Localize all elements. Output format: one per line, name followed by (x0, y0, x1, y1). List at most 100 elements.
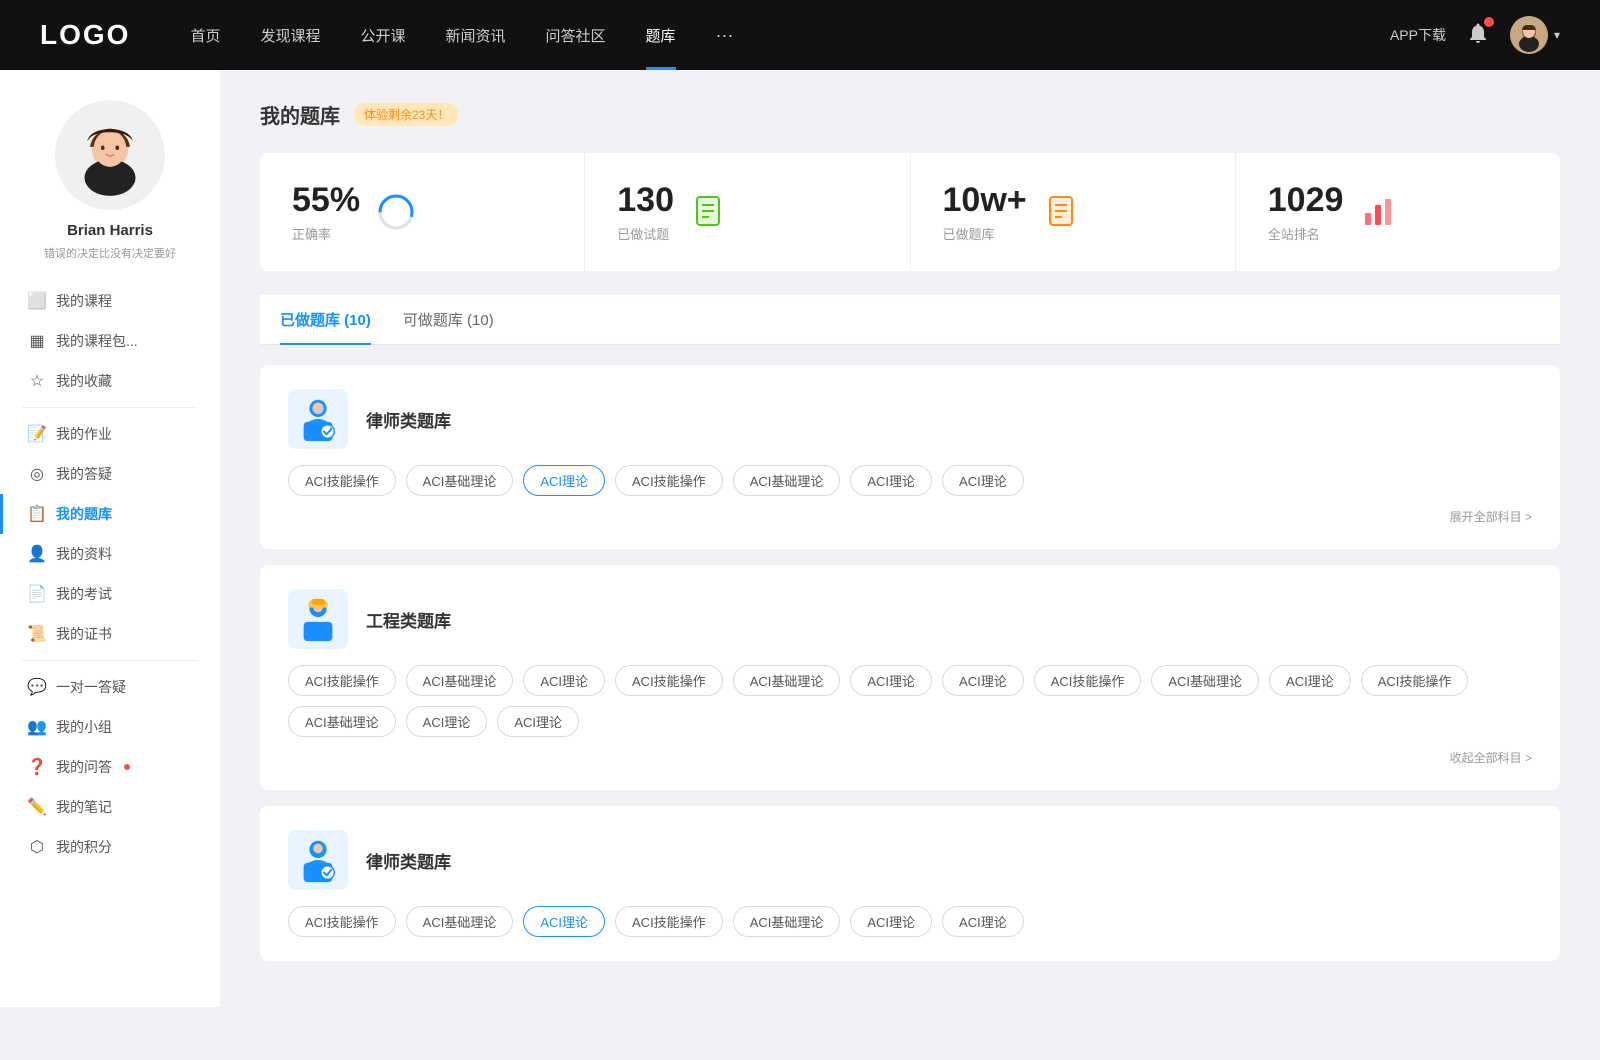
app-download-button[interactable]: APP下载 (1390, 25, 1446, 45)
quiz-category-title-1: 律师类题库 (366, 407, 451, 432)
expand-link-2[interactable]: 收起全部科目 > (1450, 749, 1532, 766)
nav-links: 首页 发现课程 公开课 新闻资讯 问答社区 题库 ··· (190, 25, 1390, 46)
sidebar-item-my-courses[interactable]: ⬜ 我的课程 (0, 281, 220, 321)
sidebar-item-favorites[interactable]: ☆ 我的收藏 (0, 361, 220, 401)
sidebar-item-questions[interactable]: ❓ 我的问答 (0, 747, 220, 787)
quiz-tag[interactable]: ACI技能操作 (615, 465, 723, 496)
quiz-tag[interactable]: ACI理论 (523, 665, 605, 696)
quiz-tag[interactable]: ACI技能操作 (1361, 665, 1469, 696)
nav-qa[interactable]: 问答社区 (546, 25, 606, 46)
quiz-tags-1: ACI技能操作 ACI基础理论 ACI理论 ACI技能操作 ACI基础理论 AC… (288, 465, 1532, 496)
quiz-tag[interactable]: ACI基础理论 (733, 465, 841, 496)
quiz-category-title-3: 律师类题库 (366, 848, 451, 873)
packages-icon: ▦ (28, 332, 46, 350)
profile-name: Brian Harris (67, 222, 153, 239)
quiz-tag-active[interactable]: ACI理论 (523, 465, 605, 496)
avatar-image (1510, 16, 1548, 54)
quiz-tag[interactable]: ACI理论 (850, 465, 932, 496)
questions-badge (124, 764, 130, 770)
tab-done-banks[interactable]: 已做题库 (10) (280, 295, 371, 344)
quiz-tag[interactable]: ACI基础理论 (406, 665, 514, 696)
nav-more[interactable]: ··· (716, 25, 734, 46)
logo[interactable]: LOGO (40, 19, 130, 51)
sidebar-item-quiz-bank[interactable]: 📋 我的题库 (0, 494, 220, 534)
page-header: 我的题库 体验剩余23天！ (260, 100, 1560, 129)
quiz-tag[interactable]: ACI基础理论 (288, 706, 396, 737)
lawyer-icon (294, 395, 342, 443)
sidebar-item-one-on-one[interactable]: 💬 一对一答疑 (0, 667, 220, 707)
notes-icon: ✏️ (28, 798, 46, 816)
avatar (1510, 16, 1548, 54)
quiz-tag[interactable]: ACI理论 (942, 665, 1024, 696)
quiz-tag[interactable]: ACI技能操作 (615, 906, 723, 937)
quiz-category-icon-2 (288, 589, 348, 649)
doc-yellow-icon (1046, 195, 1080, 229)
nav-quiz[interactable]: 题库 (646, 25, 676, 46)
nav-discover[interactable]: 发现课程 (260, 25, 320, 46)
quiz-tag-active[interactable]: ACI理论 (523, 906, 605, 937)
points-icon: ⬡ (28, 838, 46, 856)
quiz-tag[interactable]: ACI技能操作 (615, 665, 723, 696)
page-title: 我的题库 (260, 100, 340, 129)
sidebar-divider-1 (22, 407, 198, 408)
stat-accuracy-label: 正确率 (292, 224, 360, 243)
nav-news[interactable]: 新闻资讯 (446, 25, 506, 46)
stat-accuracy-icon (376, 192, 416, 232)
page-layout: Brian Harris 错误的决定比没有决定要好 ⬜ 我的课程 ▦ 我的课程包… (0, 70, 1600, 1007)
sidebar-item-certificate[interactable]: 📜 我的证书 (0, 614, 220, 654)
homework-icon: 📝 (28, 425, 46, 443)
stat-ranking-icon (1359, 192, 1399, 232)
stat-accuracy: 55% 正确率 (260, 153, 585, 271)
quiz-bank-card-2: 工程类题库 ACI技能操作 ACI基础理论 ACI理论 ACI技能操作 ACI基… (260, 565, 1560, 790)
stat-ranking-label: 全站排名 (1268, 224, 1344, 243)
tab-available-banks[interactable]: 可做题库 (10) (403, 295, 494, 344)
quiz-tag[interactable]: ACI技能操作 (288, 465, 396, 496)
quiz-tag[interactable]: ACI基础理论 (733, 665, 841, 696)
quiz-tag[interactable]: ACI理论 (1269, 665, 1351, 696)
quiz-tag[interactable]: ACI基础理论 (1151, 665, 1259, 696)
sidebar-avatar (55, 100, 165, 210)
lawyer-icon-3 (294, 836, 342, 884)
sidebar-item-points[interactable]: ⬡ 我的积分 (0, 827, 220, 867)
quiz-icon: 📋 (28, 505, 46, 523)
quiz-tabs: 已做题库 (10) 可做题库 (10) (260, 295, 1560, 345)
quiz-category-title-2: 工程类题库 (366, 607, 451, 632)
nav-home[interactable]: 首页 (190, 25, 220, 46)
quiz-tag[interactable]: ACI技能操作 (1034, 665, 1142, 696)
expand-link-1[interactable]: 展开全部科目 > (1450, 508, 1532, 525)
sidebar-item-profile[interactable]: 👤 我的资料 (0, 534, 220, 574)
profile-avatar-image (60, 105, 160, 205)
sidebar-item-exam[interactable]: 📄 我的考试 (0, 574, 220, 614)
quiz-tag[interactable]: ACI理论 (942, 465, 1024, 496)
notification-bell[interactable] (1466, 21, 1490, 50)
nav-right: APP下载 ▾ (1390, 16, 1560, 54)
quiz-tag[interactable]: ACI基础理论 (406, 465, 514, 496)
one-on-one-icon: 💬 (28, 678, 46, 696)
sidebar-item-notes[interactable]: ✏️ 我的笔记 (0, 787, 220, 827)
quiz-bank-card-3: 律师类题库 ACI技能操作 ACI基础理论 ACI理论 ACI技能操作 ACI基… (260, 806, 1560, 961)
stat-ranking: 1029 全站排名 (1236, 153, 1560, 271)
user-avatar-button[interactable]: ▾ (1510, 16, 1560, 54)
sidebar-item-groups[interactable]: 👥 我的小组 (0, 707, 220, 747)
quiz-tag[interactable]: ACI基础理论 (733, 906, 841, 937)
star-icon: ☆ (28, 372, 46, 390)
chart-red-icon (1362, 195, 1396, 229)
sidebar-item-qa[interactable]: ◎ 我的答疑 (0, 454, 220, 494)
quiz-tag[interactable]: ACI理论 (942, 906, 1024, 937)
quiz-tag[interactable]: ACI理论 (497, 706, 579, 737)
quiz-tag[interactable]: ACI技能操作 (288, 906, 396, 937)
sidebar-item-course-packages[interactable]: ▦ 我的课程包... (0, 321, 220, 361)
doc-green-icon (693, 195, 727, 229)
stat-done-questions: 130 已做试题 (585, 153, 910, 271)
quiz-tag[interactable]: ACI理论 (406, 706, 488, 737)
nav-open-course[interactable]: 公开课 (360, 25, 405, 46)
group-icon: 👥 (28, 718, 46, 736)
quiz-tag[interactable]: ACI理论 (850, 906, 932, 937)
stat-questions-icon (690, 192, 730, 232)
sidebar-item-homework[interactable]: 📝 我的作业 (0, 414, 220, 454)
chevron-down-icon: ▾ (1554, 28, 1560, 42)
stats-row: 55% 正确率 130 已做试题 (260, 153, 1560, 271)
quiz-tag[interactable]: ACI基础理论 (406, 906, 514, 937)
quiz-tag[interactable]: ACI技能操作 (288, 665, 396, 696)
quiz-tag[interactable]: ACI理论 (850, 665, 932, 696)
